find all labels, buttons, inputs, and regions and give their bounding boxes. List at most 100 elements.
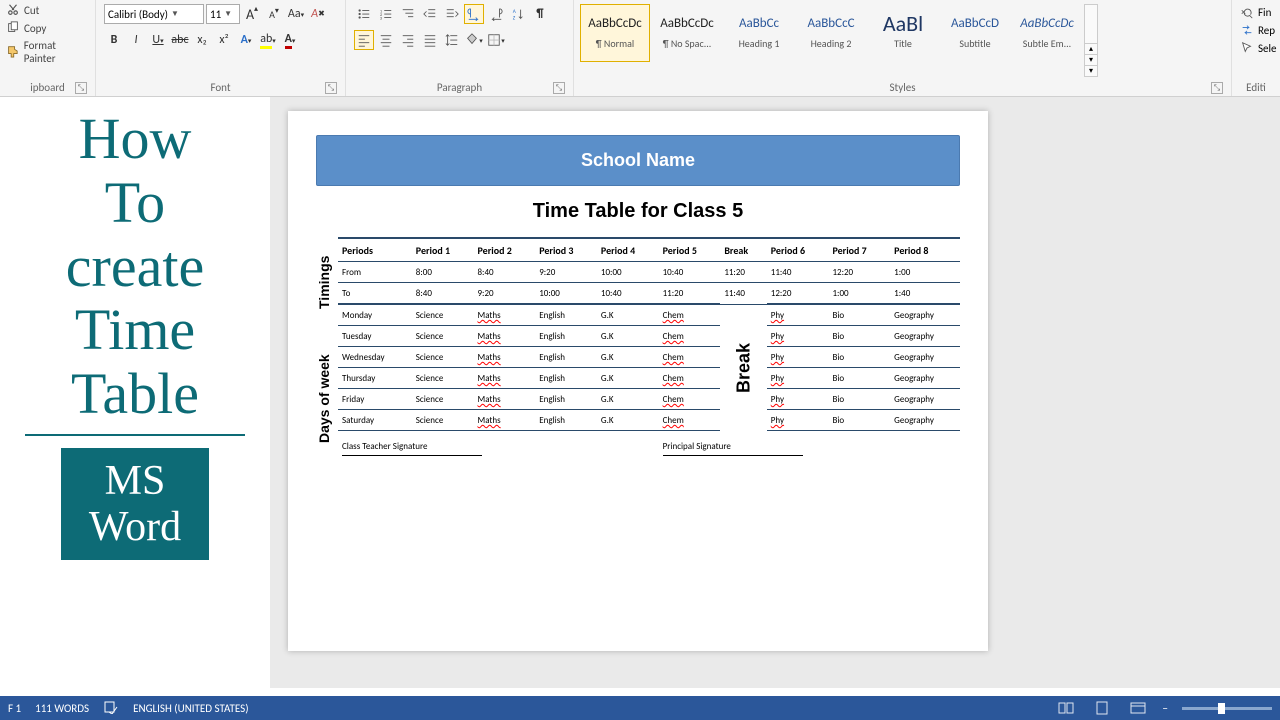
zoom-out-button[interactable]: − [1163,702,1168,715]
select-icon [1240,41,1254,55]
header-cell: Period 6 [767,238,829,262]
clear-format-button[interactable]: A✖ [308,4,328,24]
styles-gallery[interactable]: AaBbCcDc¶ NormalAaBbCcDc¶ No Spac...AaBb… [578,2,1100,79]
subscript-button[interactable]: x₂ [192,30,212,50]
align-center-button[interactable] [376,30,396,50]
shrink-font-button[interactable]: A▾ [264,4,284,24]
strike-button[interactable]: abc [170,30,190,50]
align-right-button[interactable] [398,30,418,50]
justify-button[interactable] [420,30,440,50]
page[interactable]: School Name Time Table for Class 5 Timin… [288,111,988,651]
increase-indent-button[interactable] [442,4,462,24]
header-cell: Period 2 [474,238,536,262]
line-spacing-button[interactable] [442,30,462,50]
font-color-button[interactable]: A▾ [280,30,300,50]
format-painter-button[interactable]: Format Painter [4,38,91,66]
find-icon [1240,5,1254,19]
sort-button[interactable]: AZ [508,4,528,24]
ltr-button[interactable] [464,4,484,24]
overlay-text: To [105,171,165,235]
group-label-styles: Styles ⤡ [578,79,1227,96]
font-name-combo[interactable]: Calibri (Body)▼ [104,4,204,24]
days-label: Days of week [316,337,338,460]
group-paragraph: 123 AZ ¶ ▾ ▾ [346,0,574,96]
multilevel-button[interactable] [398,4,418,24]
svg-text:3: 3 [380,16,383,21]
scissors-icon [6,3,20,17]
page-count[interactable]: F 1 [8,702,21,715]
cut-button[interactable]: Cut [4,2,91,18]
group-label-editing: Editi [1236,79,1276,96]
zoom-slider[interactable] [1182,707,1272,710]
chevron-down-icon: ▼ [224,9,232,19]
superscript-button[interactable]: x² [214,30,234,50]
word-count[interactable]: 111 WORDS [35,702,89,715]
header-cell: Period 7 [828,238,890,262]
status-bar: F 1 111 WORDS ENGLISH (UNITED STATES) − [0,696,1280,720]
copy-label: Copy [24,22,46,35]
timings-label: Timings [316,237,338,327]
document-area[interactable]: School Name Time Table for Class 5 Timin… [270,97,1280,688]
style--no-spac-[interactable]: AaBbCcDc¶ No Spac... [652,4,722,62]
proofing-icon[interactable] [103,700,119,717]
paintbrush-icon [6,45,20,59]
rtl-button[interactable] [486,4,506,24]
group-clipboard: Cut Copy Format Painter ipboard ⤡ [0,0,96,96]
overlay-text: Table [71,362,199,426]
copy-icon [6,21,20,35]
find-button[interactable]: Fin [1238,4,1279,20]
overlay-badge: MS Word [61,448,209,560]
highlight-button[interactable]: ab▾ [258,30,278,50]
numbering-button[interactable]: 123 [376,4,396,24]
bold-button[interactable]: B [104,30,124,50]
overlay-text: How [79,107,192,171]
decrease-indent-button[interactable] [420,4,440,24]
style-title[interactable]: AaBlTitle [868,4,938,62]
dialog-launcher-icon[interactable]: ⤡ [1211,82,1223,94]
styles-more-button[interactable]: ▴▾▾ [1084,4,1098,77]
group-font: Calibri (Body)▼ 11▼ A▴ A▾ Aa▾ A✖ B I U▾ … [96,0,346,96]
tutorial-overlay: How To create Time Table MS Word [0,97,270,688]
shading-button[interactable]: ▾ [464,30,484,50]
align-left-button[interactable] [354,30,374,50]
ribbon: Cut Copy Format Painter ipboard ⤡ [0,0,1280,97]
style-heading-2[interactable]: AaBbCcCHeading 2 [796,4,866,62]
timetable: PeriodsPeriod 1Period 2Period 3Period 4P… [338,237,960,460]
style--normal[interactable]: AaBbCcDc¶ Normal [580,4,650,62]
show-marks-button[interactable]: ¶ [530,4,550,24]
font-size-combo[interactable]: 11▼ [206,4,240,24]
doc-title: Time Table for Class 5 [316,200,960,223]
overlay-text: Time [75,298,195,362]
header-cell: Period 3 [535,238,597,262]
select-button[interactable]: Sele [1238,40,1279,56]
italic-button[interactable]: I [126,30,146,50]
svg-text:Z: Z [513,15,516,21]
dialog-launcher-icon[interactable]: ⤡ [75,82,87,94]
grow-font-button[interactable]: A▴ [242,4,262,24]
style-subtle-em-[interactable]: AaBbCcDcSubtle Em... [1012,4,1082,62]
style-subtitle[interactable]: AaBbCcDSubtitle [940,4,1010,62]
copy-button[interactable]: Copy [4,20,91,36]
style-heading-1[interactable]: AaBbCcHeading 1 [724,4,794,62]
text-effects-button[interactable]: A▾ [236,30,256,50]
replace-button[interactable]: Rep [1238,22,1279,38]
chevron-down-icon: ▼ [171,9,179,19]
dialog-launcher-icon[interactable]: ⤡ [325,82,337,94]
group-label-font: Font ⤡ [100,79,341,96]
group-label-clipboard: ipboard ⤡ [4,79,91,96]
bullets-button[interactable] [354,4,374,24]
divider [25,434,245,436]
header-cell: Period 5 [659,238,721,262]
read-mode-icon[interactable] [1055,699,1077,717]
header-cell: Period 4 [597,238,659,262]
group-label-paragraph: Paragraph ⤡ [350,79,569,96]
change-case-button[interactable]: Aa▾ [286,4,306,24]
svg-text:A: A [513,9,517,15]
language[interactable]: ENGLISH (UNITED STATES) [133,702,248,715]
dialog-launcher-icon[interactable]: ⤡ [553,82,565,94]
underline-button[interactable]: U▾ [148,30,168,50]
web-layout-icon[interactable] [1127,699,1149,717]
borders-button[interactable]: ▾ [486,30,506,50]
replace-icon [1240,23,1254,37]
print-layout-icon[interactable] [1091,699,1113,717]
